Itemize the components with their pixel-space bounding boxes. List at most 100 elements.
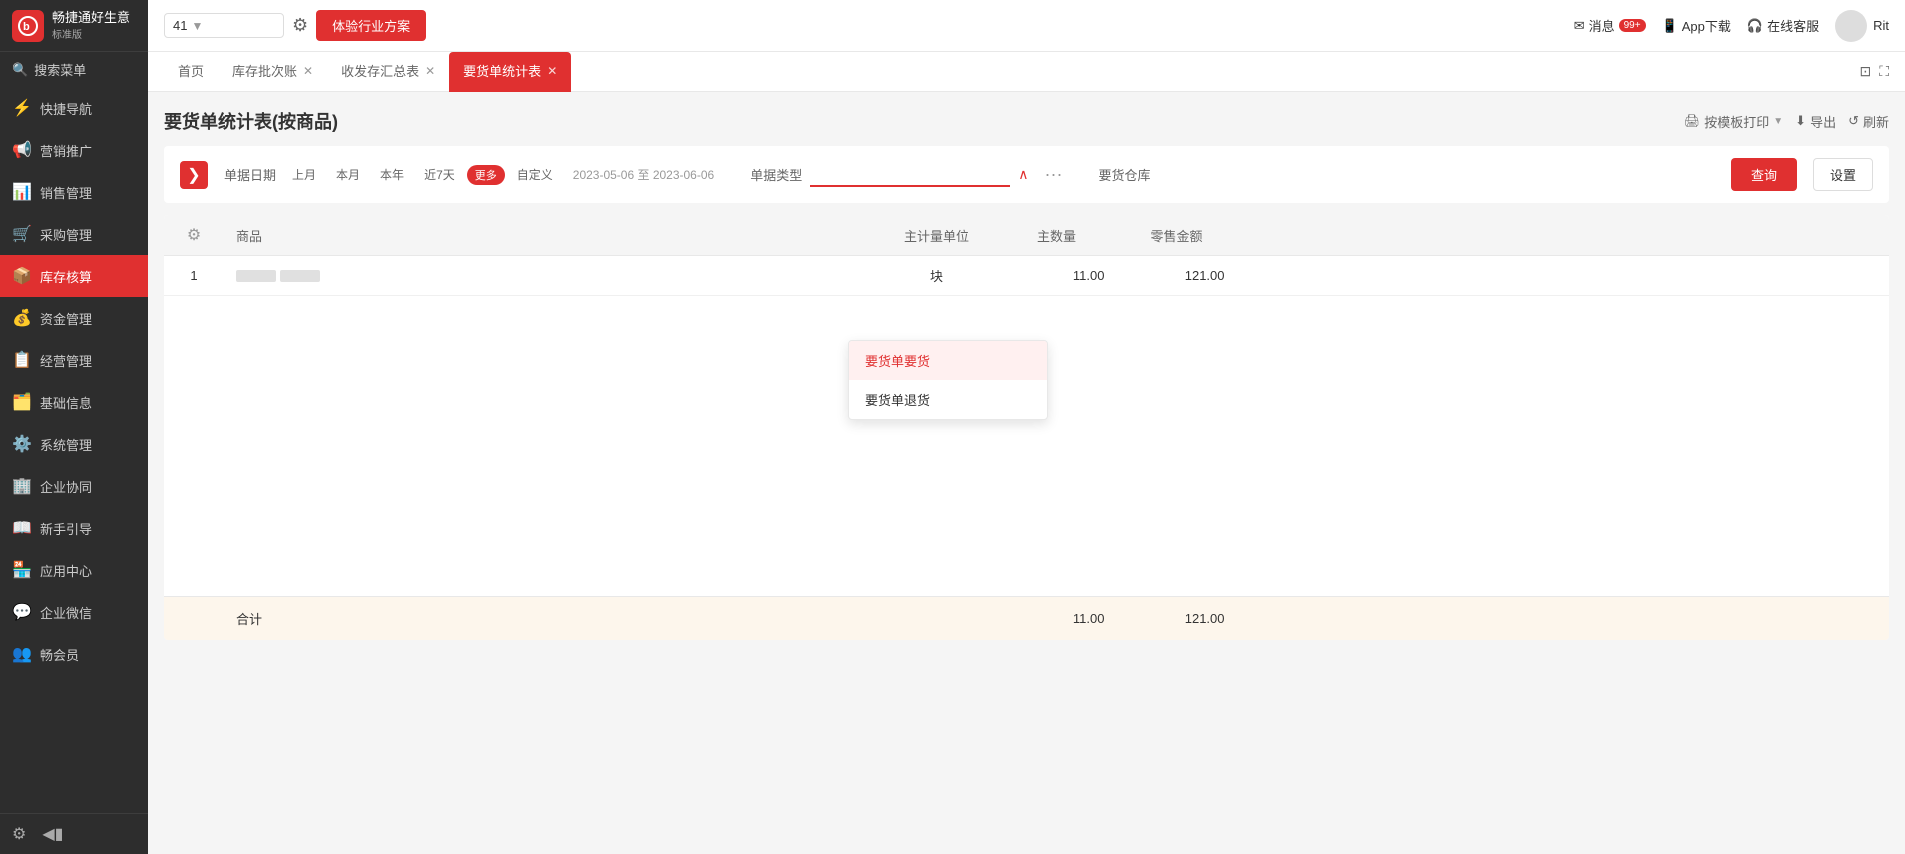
date-filter-label: 单据日期	[224, 165, 276, 184]
tab-fullscreen-icon[interactable]: ⛶	[1879, 63, 1889, 80]
date-btn-more[interactable]: 更多	[467, 165, 505, 185]
table-row: 1 块 11.00 121.00	[164, 256, 1889, 296]
user-avatar	[1835, 10, 1867, 42]
tab-inventory-batch-close[interactable]: ✕	[303, 64, 313, 78]
cell-index-1: 1	[164, 256, 224, 295]
sidebar-item-quick-nav[interactable]: ⚡ 快捷导航	[0, 87, 148, 129]
system-icon: ⚙️	[12, 434, 32, 454]
online-service-button[interactable]: 🎧 在线客服	[1747, 16, 1819, 35]
tab-requisition-stats[interactable]: 要货单统计表 ✕	[449, 52, 571, 92]
sales-label: 销售管理	[40, 183, 92, 202]
warehouse-filter-label: 要货仓库	[1098, 165, 1150, 184]
sidebar-item-purchase[interactable]: 🛒 采购管理	[0, 213, 148, 255]
messages-label: 消息	[1589, 16, 1615, 35]
date-btn-this-month[interactable]: 本月	[328, 163, 368, 186]
query-button[interactable]: 查询	[1731, 158, 1797, 191]
tab-receivable-summary-label: 收发存汇总表	[341, 61, 419, 80]
main-content: 41 ▼ ⚙ 体验行业方案 ✉ 消息 99+ 📱 App下载 🎧 在线客服 R	[148, 0, 1905, 854]
sidebar-item-guide[interactable]: 📖 新手引导	[0, 507, 148, 549]
sidebar-item-basic[interactable]: 🗂️ 基础信息	[0, 381, 148, 423]
store-selector[interactable]: 41 ▼	[164, 13, 284, 38]
date-btn-last-7-days[interactable]: 近7天	[416, 163, 463, 186]
tab-receivable-summary-close[interactable]: ✕	[425, 64, 435, 78]
app-sub: 标准版	[52, 26, 130, 41]
table-column-settings-icon[interactable]: ⚙	[164, 215, 224, 255]
member-label: 畅会员	[40, 645, 79, 664]
industry-solution-button[interactable]: 体验行业方案	[316, 10, 426, 41]
app-name-block: 畅捷通好生意 标准版	[52, 10, 130, 42]
wechat-icon: 💬	[12, 602, 32, 622]
store-dropdown-arrow: ▼	[191, 19, 203, 33]
settings-footer-icon[interactable]: ⚙	[12, 824, 26, 844]
footer-cell-qty: 11.00	[997, 597, 1117, 640]
tab-requisition-stats-close[interactable]: ✕	[547, 64, 557, 78]
cell-extra-1	[1237, 256, 1890, 295]
print-dropdown-icon: ▼	[1773, 116, 1783, 127]
footer-cell-unit	[877, 597, 997, 640]
sidebar-item-enterprise[interactable]: 🏢 企业协同	[0, 465, 148, 507]
sidebar-item-appstore[interactable]: 🏪 应用中心	[0, 549, 148, 591]
messages-button[interactable]: ✉ 消息 99+	[1574, 16, 1646, 35]
filter-area: ❯ 单据日期 上月 本月 本年 近7天 更多 自定义 2023-05-06 至 …	[164, 146, 1889, 203]
guide-icon: 📖	[12, 518, 32, 538]
online-service-label: 在线客服	[1767, 16, 1819, 35]
refresh-label: 刷新	[1863, 112, 1889, 131]
footer-qty-value: 11.00	[1073, 611, 1105, 626]
row-index-1: 1	[190, 268, 197, 283]
date-btn-last-month[interactable]: 上月	[284, 163, 324, 186]
date-range-display: 2023-05-06 至 2023-06-06	[573, 166, 714, 183]
sidebar-item-sales[interactable]: 📊 销售管理	[0, 171, 148, 213]
table-col-qty: 主数量	[997, 215, 1117, 255]
guide-label: 新手引导	[40, 519, 92, 538]
date-btn-this-year[interactable]: 本年	[372, 163, 412, 186]
operation-label: 经营管理	[40, 351, 92, 370]
table-footer: 合计 11.00 121.00	[164, 596, 1889, 640]
tab-receivable-summary[interactable]: 收发存汇总表 ✕	[327, 52, 449, 92]
store-name: 41	[173, 18, 187, 33]
enterprise-label: 企业协同	[40, 477, 92, 496]
filter-toggle-button[interactable]: ❯	[180, 161, 208, 189]
sidebar-item-finance[interactable]: 💰 资金管理	[0, 297, 148, 339]
sidebar-item-wechat[interactable]: 💬 企业微信	[0, 591, 148, 633]
marketing-label: 营销推广	[40, 141, 92, 160]
footer-amount-value: 121.00	[1185, 611, 1225, 626]
appstore-icon: 🏪	[12, 560, 32, 580]
topbar-gear-icon[interactable]: ⚙	[292, 15, 308, 36]
filter-more-options[interactable]: ···	[1044, 164, 1062, 185]
refresh-button[interactable]: ↺ 刷新	[1848, 112, 1889, 131]
export-button[interactable]: ⬇ 导出	[1795, 112, 1836, 131]
quick-nav-label: 快捷导航	[40, 99, 92, 118]
search-menu-item[interactable]: 🔍 搜索菜单	[0, 52, 148, 87]
tab-inventory-batch[interactable]: 库存批次账 ✕	[218, 52, 327, 92]
date-btn-custom[interactable]: 自定义	[509, 163, 561, 186]
amount-value-1: 121.00	[1185, 268, 1225, 283]
tab-window-icon[interactable]: ⊡	[1859, 63, 1871, 80]
export-label: 导出	[1810, 112, 1836, 131]
type-filter-input[interactable]	[810, 162, 1010, 187]
dropdown-item-order-goods[interactable]: 要货单要货	[849, 341, 1047, 380]
refresh-icon: ↺	[1848, 113, 1859, 129]
date-quick-buttons: 上月 本月 本年 近7天 更多 自定义	[284, 163, 561, 186]
sidebar-item-inventory[interactable]: 📦 库存核算	[0, 255, 148, 297]
page-content: 要货单统计表(按商品) 🖨 按模板打印 ▼ ⬇ 导出 ↺ 刷新	[148, 92, 1905, 854]
enterprise-icon: 🏢	[12, 476, 32, 496]
sidebar-item-system[interactable]: ⚙️ 系统管理	[0, 423, 148, 465]
settings-button[interactable]: 设置	[1813, 158, 1873, 191]
app-download-button[interactable]: 📱 App下载	[1662, 16, 1731, 35]
type-filter-group: 单据类型 ∧ ···	[750, 162, 1062, 187]
table-col-product: 商品	[224, 215, 877, 255]
type-filter-label: 单据类型	[750, 165, 802, 184]
sidebar-item-member[interactable]: 👥 畅会员	[0, 633, 148, 675]
member-icon: 👥	[12, 644, 32, 664]
tab-home[interactable]: 首页	[164, 52, 218, 92]
collapse-sidebar-icon[interactable]: ◀▮	[42, 824, 63, 844]
filter-toggle-icon: ❯	[187, 165, 200, 185]
sidebar-item-marketing[interactable]: 📢 营销推广	[0, 129, 148, 171]
inventory-label: 库存核算	[40, 267, 92, 286]
system-label: 系统管理	[40, 435, 92, 454]
sidebar-item-operation[interactable]: 📋 经营管理	[0, 339, 148, 381]
type-filter-arrow[interactable]: ∧	[1018, 166, 1028, 183]
dropdown-item-order-return[interactable]: 要货单退货	[849, 380, 1047, 419]
print-button[interactable]: 🖨 按模板打印 ▼	[1684, 112, 1783, 131]
user-profile[interactable]: Rit	[1835, 10, 1889, 42]
